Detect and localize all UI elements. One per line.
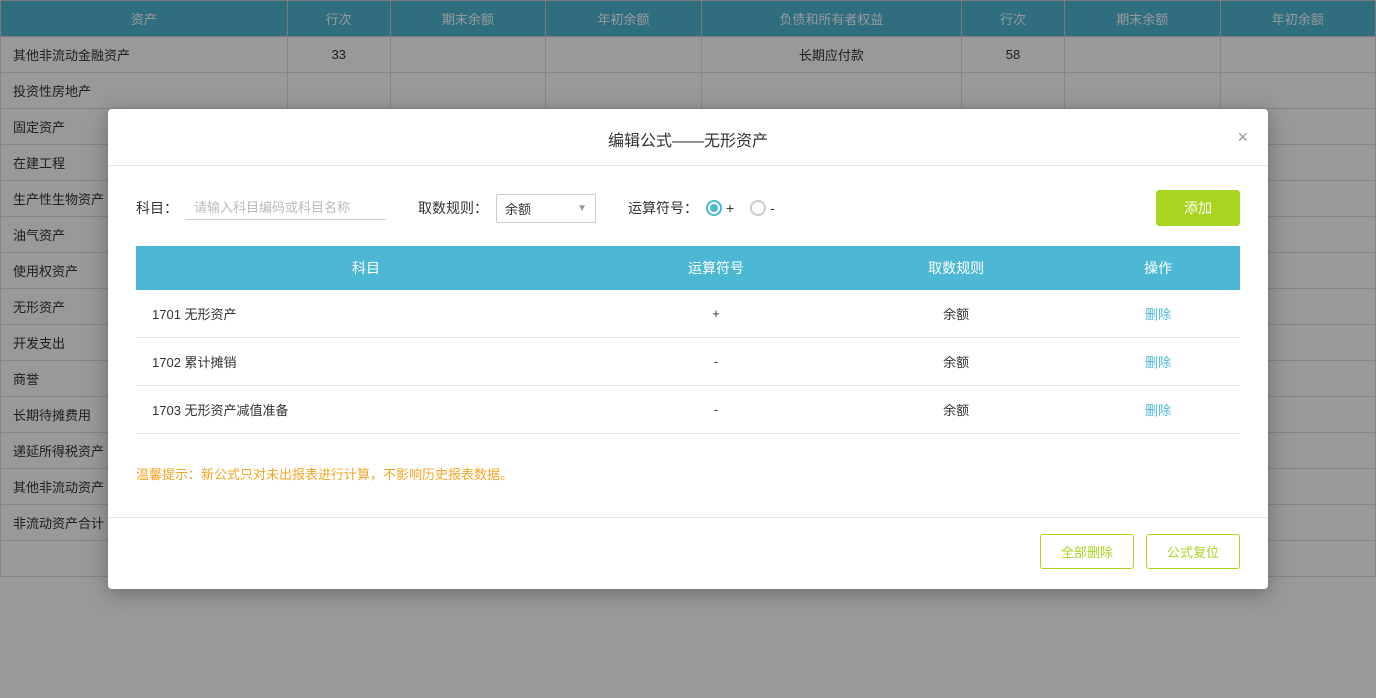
table-row: 1703 无形资产减值准备-余额 删除 xyxy=(136,386,1240,434)
delete-row-link[interactable]: 删除 xyxy=(1145,307,1171,322)
modal-body: 科目： 取数规则： 余额 ▼ 运算符号： xyxy=(108,166,1268,517)
action-cell: 删除 xyxy=(1076,290,1240,338)
formula-form: 科目： 取数规则： 余额 ▼ 运算符号： xyxy=(136,190,1240,226)
operator-plus-radio[interactable]: + xyxy=(706,200,734,216)
warning-text: 温馨提示：新公式只对未出报表进行计算，不影响历史报表数据。 xyxy=(136,454,1240,493)
radio-unchecked-circle xyxy=(750,200,766,216)
operator-field-group: 运算符号： + - xyxy=(628,198,775,218)
subject-cell: 1703 无形资产减值准备 xyxy=(136,386,596,434)
col-header-subject: 科目 xyxy=(136,246,596,290)
subject-cell: 1702 累计摊销 xyxy=(136,338,596,386)
edit-formula-modal: 编辑公式——无形资产 × 科目： 取数规则： 余额 ▼ xyxy=(108,109,1268,589)
modal-header: 编辑公式——无形资产 × xyxy=(108,109,1268,166)
rule-select-value: 余额 xyxy=(505,199,531,218)
modal-title: 编辑公式——无形资产 xyxy=(608,127,768,151)
col-header-rule: 取数规则 xyxy=(836,246,1076,290)
add-button[interactable]: 添加 xyxy=(1156,190,1240,226)
operator-minus-label: - xyxy=(770,200,775,216)
action-cell: 删除 xyxy=(1076,338,1240,386)
formula-table: 科目 运算符号 取数规则 操作 1701 无形资产+余额删除1702 累计摊销-… xyxy=(136,246,1240,434)
table-header-row: 科目 运算符号 取数规则 操作 xyxy=(136,246,1240,290)
reset-formula-button[interactable]: 公式复位 xyxy=(1146,534,1240,569)
delete-all-button[interactable]: 全部删除 xyxy=(1040,534,1134,569)
col-header-action: 操作 xyxy=(1076,246,1240,290)
rule-cell: 余额 xyxy=(836,386,1076,434)
rule-label: 取数规则： xyxy=(418,198,488,218)
operator-minus-radio[interactable]: - xyxy=(750,200,775,216)
modal-overlay: 编辑公式——无形资产 × 科目： 取数规则： 余额 ▼ xyxy=(0,0,1376,698)
delete-row-link[interactable]: 删除 xyxy=(1145,355,1171,370)
table-row: 1702 累计摊销-余额 删除 xyxy=(136,338,1240,386)
operator-cell: + xyxy=(596,290,836,338)
subject-label: 科目： xyxy=(136,198,178,218)
subject-cell: 1701 无形资产 xyxy=(136,290,596,338)
rule-cell: 余额 xyxy=(836,290,1076,338)
operator-label: 运算符号： xyxy=(628,198,698,218)
operator-radio-group: + - xyxy=(706,200,775,216)
col-header-operator: 运算符号 xyxy=(596,246,836,290)
radio-checked-circle xyxy=(706,200,722,216)
modal-footer: 全部删除 公式复位 xyxy=(108,518,1268,589)
delete-row-link[interactable]: 删除 xyxy=(1145,403,1171,418)
rule-select[interactable]: 余额 ▼ xyxy=(496,194,596,223)
operator-plus-label: + xyxy=(726,200,734,216)
table-row: 1701 无形资产+余额 删除 xyxy=(136,290,1240,338)
modal-close-button[interactable]: × xyxy=(1237,128,1248,146)
operator-cell: - xyxy=(596,338,836,386)
action-cell: 删除 xyxy=(1076,386,1240,434)
subject-field-group: 科目： xyxy=(136,196,386,220)
operator-cell: - xyxy=(596,386,836,434)
chevron-down-icon: ▼ xyxy=(577,203,587,214)
subject-input[interactable] xyxy=(186,196,386,220)
rule-cell: 余额 xyxy=(836,338,1076,386)
rule-field-group: 取数规则： 余额 ▼ xyxy=(418,194,596,223)
